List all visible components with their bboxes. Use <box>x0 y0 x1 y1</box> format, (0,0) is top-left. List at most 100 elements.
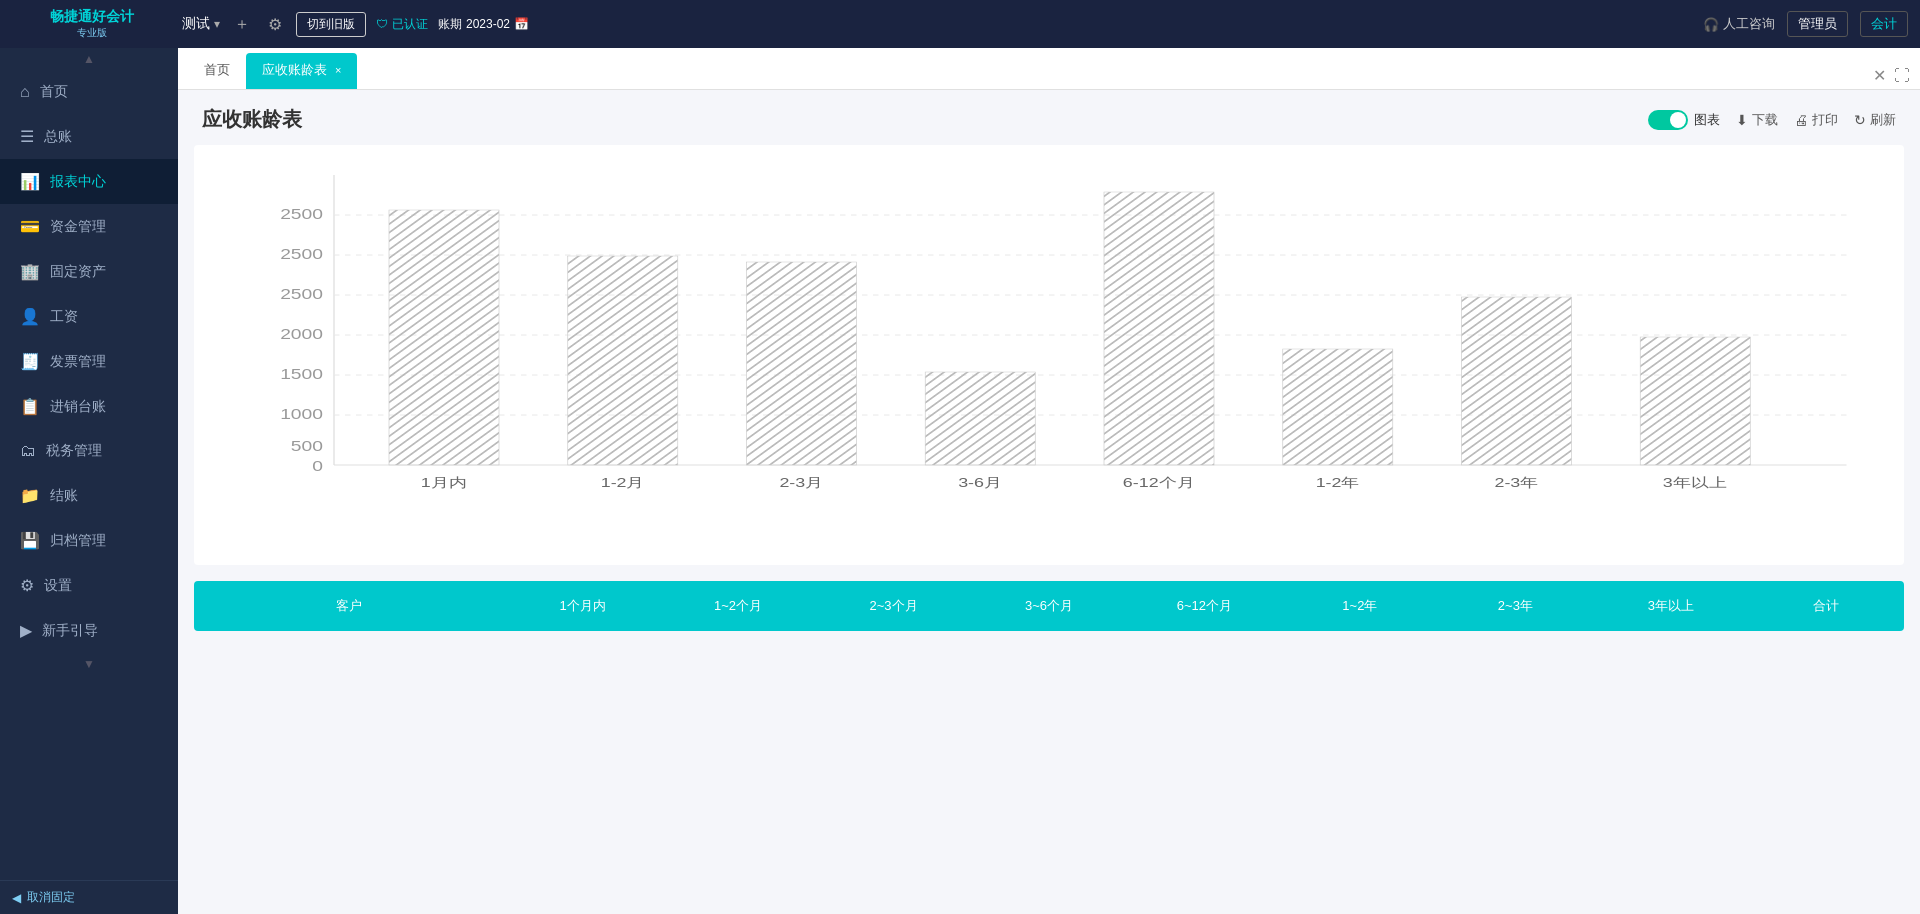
sidebar-label-home: 首页 <box>40 83 68 101</box>
table-container: 客户 1个月内 1~2个月 2~3个月 3~6个月 6~12个月 1~2年 2~… <box>194 581 1904 631</box>
sidebar-item-reports[interactable]: 📊 报表中心 <box>0 159 178 204</box>
cancel-pin-button[interactable]: ◀ 取消固定 <box>0 880 178 914</box>
refresh-button[interactable]: ↻ 刷新 <box>1854 111 1896 129</box>
period-label: 账期 <box>438 16 462 33</box>
svg-rect-25 <box>1104 192 1214 465</box>
close-window-button[interactable]: ✕ <box>1873 66 1886 85</box>
home-icon: ⌂ <box>20 83 30 101</box>
sidebar-scroll: ▲ ⌂ 首页 ☰ 总账 📊 报表中心 💳 资金管理 🏢 固定资产 <box>0 48 178 880</box>
sidebar-item-tax[interactable]: 🗂 税务管理 <box>0 429 178 473</box>
company-selector[interactable]: 测试 ▾ <box>182 15 220 33</box>
consult-label: 人工咨询 <box>1723 15 1775 33</box>
scroll-up-arrow[interactable]: ▲ <box>0 48 178 70</box>
refresh-icon: ↻ <box>1854 112 1866 128</box>
settings-icon[interactable]: ⚙ <box>264 11 286 38</box>
funds-icon: 💳 <box>20 217 40 236</box>
svg-text:0: 0 <box>312 459 323 475</box>
svg-text:2500: 2500 <box>280 287 323 303</box>
role-button[interactable]: 会计 <box>1860 11 1908 37</box>
sidebar-label-reports: 报表中心 <box>50 173 106 191</box>
sidebar-item-assets[interactable]: 🏢 固定资产 <box>0 249 178 294</box>
main-layout: ▲ ⌂ 首页 ☰ 总账 📊 报表中心 💳 资金管理 🏢 固定资产 <box>0 48 1920 914</box>
sidebar-item-settings[interactable]: ⚙ 设置 <box>0 563 178 608</box>
sales-icon: 📋 <box>20 397 40 416</box>
sidebar-label-assets: 固定资产 <box>50 263 106 281</box>
add-button[interactable]: ＋ <box>230 10 254 39</box>
sidebar-item-archive[interactable]: 💾 归档管理 <box>0 518 178 563</box>
sidebar-label-archive: 归档管理 <box>50 532 106 550</box>
refresh-label: 刷新 <box>1870 111 1896 129</box>
sidebar-item-home[interactable]: ⌂ 首页 <box>0 70 178 114</box>
switch-version-button[interactable]: 切到旧版 <box>296 12 366 37</box>
manager-button[interactable]: 管理员 <box>1787 11 1848 37</box>
tax-icon: 🗂 <box>20 442 36 460</box>
toggle-thumb <box>1670 112 1686 128</box>
sidebar-label-payroll: 工资 <box>50 308 78 326</box>
svg-text:1月内: 1月内 <box>421 475 468 489</box>
tab-ar-aging[interactable]: 应收账龄表 × <box>246 53 357 89</box>
ledger-icon: ☰ <box>20 127 34 146</box>
table-header: 客户 1个月内 1~2个月 2~3个月 3~6个月 6~12个月 1~2年 2~… <box>194 581 1904 631</box>
svg-text:2000: 2000 <box>280 327 323 343</box>
svg-text:2-3月: 2-3月 <box>779 475 823 489</box>
print-icon: 🖨 <box>1794 112 1808 128</box>
tab-actions: ✕ ⛶ <box>1873 66 1910 89</box>
header-right: 🎧 人工咨询 管理员 会计 <box>1703 11 1908 37</box>
tab-close-icon[interactable]: × <box>335 64 341 76</box>
chevron-down-icon: ▾ <box>214 17 220 31</box>
col-header-total: 合计 <box>1749 581 1904 631</box>
cancel-pin-label: 取消固定 <box>27 889 75 906</box>
top-header: 畅捷通好会计 专业版 测试 ▾ ＋ ⚙ 切到旧版 🛡 已认证 账期 2023-0… <box>0 0 1920 48</box>
svg-text:3-6月: 3-6月 <box>958 475 1002 489</box>
archive-icon: 💾 <box>20 531 40 550</box>
tab-ar-aging-label: 应收账龄表 <box>262 61 327 79</box>
svg-text:6-12个月: 6-12个月 <box>1123 475 1195 489</box>
svg-text:3年以上: 3年以上 <box>1663 475 1728 489</box>
report-header: 应收账龄表 图表 ⬇ 下载 🖨 打印 <box>178 90 1920 145</box>
certified-text: 已认证 <box>392 16 428 33</box>
guide-icon: ▶ <box>20 621 32 640</box>
svg-text:2500: 2500 <box>280 207 323 223</box>
logo-title: 畅捷通好会计 <box>50 8 134 26</box>
bar-chart: 2500 2500 2500 2000 1500 1000 500 0 1月内 <box>224 165 1874 525</box>
sidebar-item-payroll[interactable]: 👤 工资 <box>0 294 178 339</box>
company-name: 测试 <box>182 15 210 33</box>
calendar-icon[interactable]: 📅 <box>514 17 529 31</box>
download-button[interactable]: ⬇ 下载 <box>1736 111 1778 129</box>
period-value: 2023-02 <box>466 17 510 31</box>
sidebar-item-sales[interactable]: 📋 进销台账 <box>0 384 178 429</box>
print-label: 打印 <box>1812 111 1838 129</box>
maximize-button[interactable]: ⛶ <box>1894 67 1910 85</box>
col-header-6-12m: 6~12个月 <box>1127 581 1282 631</box>
sidebar-label-closing: 结账 <box>50 487 78 505</box>
svg-text:1500: 1500 <box>280 367 323 383</box>
sidebar-item-ledger[interactable]: ☰ 总账 <box>0 114 178 159</box>
sidebar-item-guide[interactable]: ▶ 新手引导 <box>0 608 178 653</box>
sidebar-item-funds[interactable]: 💳 资金管理 <box>0 204 178 249</box>
svg-text:1-2年: 1-2年 <box>1316 475 1360 489</box>
col-header-3yplus: 3年以上 <box>1593 581 1748 631</box>
sidebar-item-invoices[interactable]: 🧾 发票管理 <box>0 339 178 384</box>
consult-button[interactable]: 🎧 人工咨询 <box>1703 15 1775 33</box>
svg-rect-19 <box>568 256 678 465</box>
print-button[interactable]: 🖨 打印 <box>1794 111 1838 129</box>
chart-toggle[interactable]: 图表 <box>1648 110 1720 130</box>
shield-icon: 🛡 <box>376 17 388 31</box>
content-area: 首页 应收账龄表 × ✕ ⛶ 应收账龄表 <box>178 48 1920 914</box>
settings-nav-icon: ⚙ <box>20 576 34 595</box>
svg-rect-29 <box>1462 297 1572 465</box>
tab-home-label: 首页 <box>204 61 230 79</box>
sidebar-label-funds: 资金管理 <box>50 218 106 236</box>
col-header-1-2m: 1~2个月 <box>660 581 815 631</box>
sidebar: ▲ ⌂ 首页 ☰ 总账 📊 报表中心 💳 资金管理 🏢 固定资产 <box>0 48 178 914</box>
col-header-1m: 1个月内 <box>505 581 660 631</box>
sidebar-label-settings: 设置 <box>44 577 72 595</box>
headset-icon: 🎧 <box>1703 17 1719 32</box>
sidebar-item-closing[interactable]: 📁 结账 <box>0 473 178 518</box>
tab-bar: 首页 应收账龄表 × ✕ ⛶ <box>178 48 1920 90</box>
payroll-icon: 👤 <box>20 307 40 326</box>
scroll-down-arrow[interactable]: ▼ <box>0 653 178 675</box>
toggle-track[interactable] <box>1648 110 1688 130</box>
chart-container: 2500 2500 2500 2000 1500 1000 500 0 1月内 <box>194 145 1904 565</box>
tab-home[interactable]: 首页 <box>188 53 246 89</box>
